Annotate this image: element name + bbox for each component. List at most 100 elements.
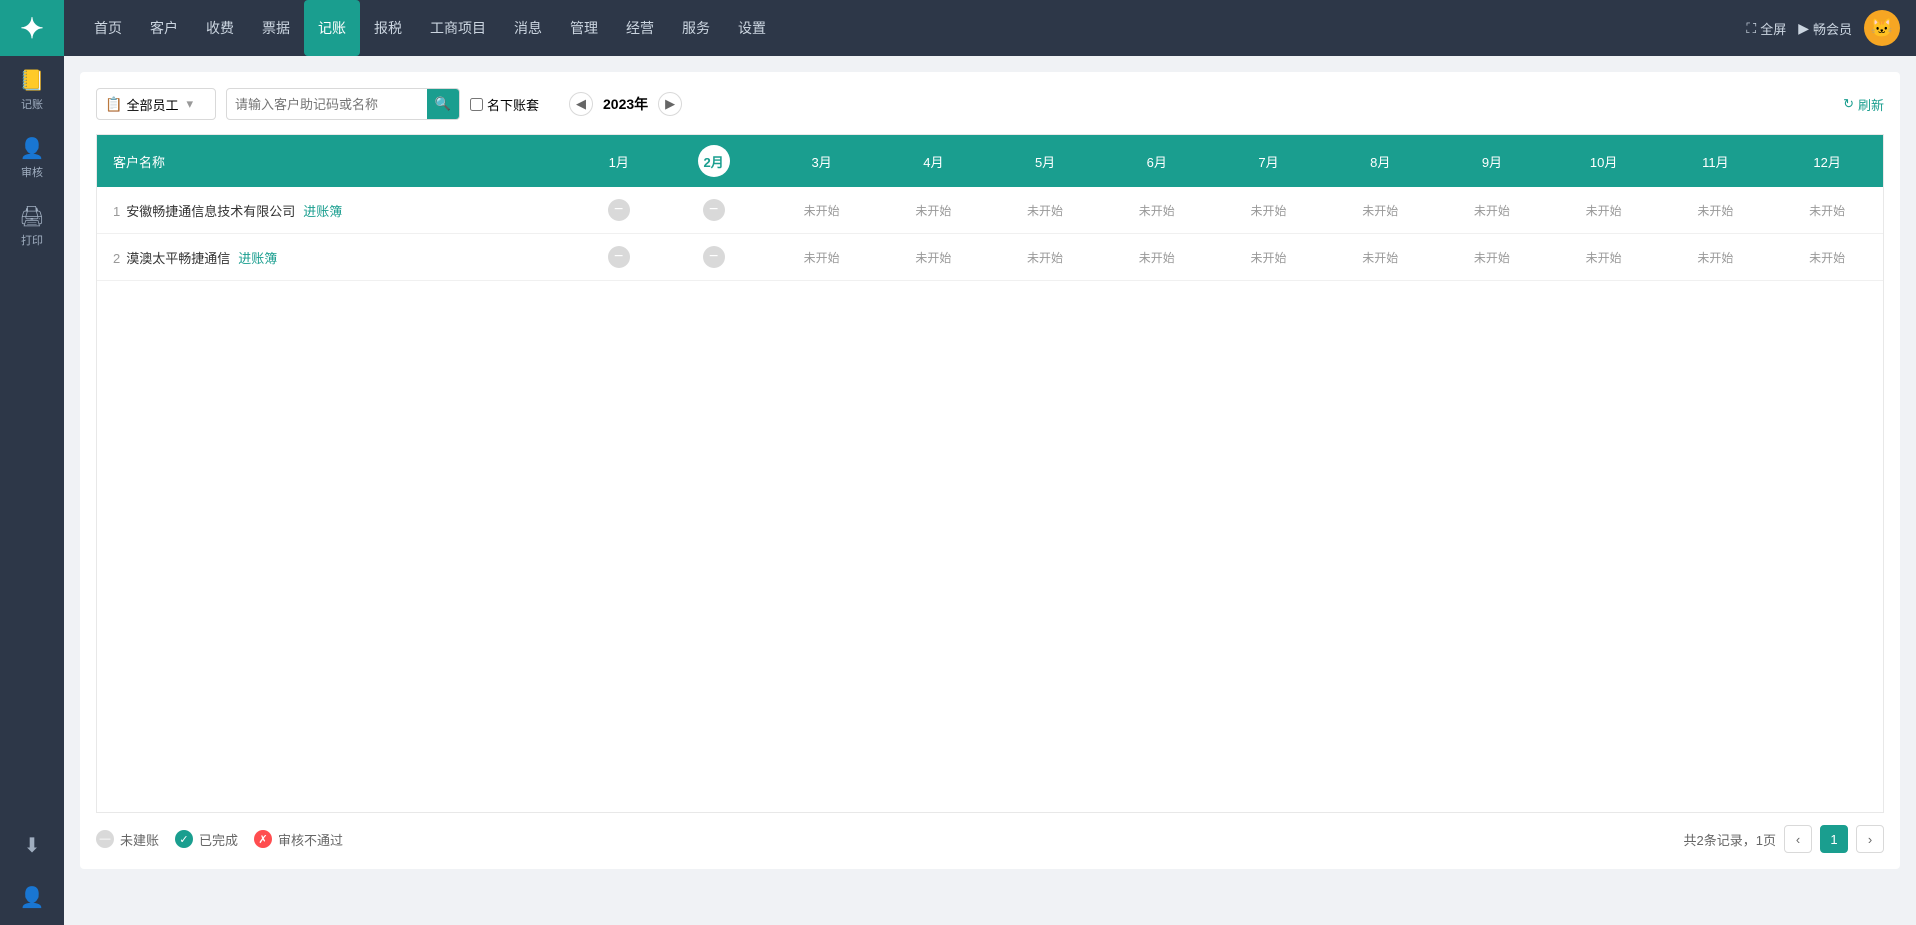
status-cell: 未开始	[1436, 187, 1548, 234]
row-index: 2	[113, 251, 120, 266]
refresh-button[interactable]: ↻ 刷新	[1843, 95, 1884, 114]
customer-name-cell: 2漠澳太平畅捷通信进账簿	[97, 234, 576, 281]
nav-item-service[interactable]: 服务	[668, 0, 724, 56]
status-not-started: 未开始	[1809, 204, 1845, 218]
topnav-right: ⛶ 全屏 ▶ 畅会员 🐱	[1746, 10, 1900, 46]
status-not-started: 未开始	[915, 251, 951, 265]
employee-select-label: 全部员工	[126, 95, 178, 114]
legend-not-built: — 未建账	[96, 830, 159, 849]
sidebar: ✦ 📒 记账 👤 审核 🖨 打印 ⬇ 👤	[0, 0, 64, 925]
employee-select[interactable]: 📋 全部员工 ▾	[96, 88, 216, 120]
ledger-icon: 📒	[20, 68, 45, 93]
sidebar-item-download[interactable]: ⬇	[0, 821, 64, 873]
status-not-started: 未开始	[1139, 204, 1175, 218]
status-not-started: 未开始	[804, 204, 840, 218]
status-not-started: 未开始	[1474, 251, 1510, 265]
main-card: 📋 全部员工 ▾ 🔍 名下账套 ◀	[80, 72, 1900, 869]
status-cell: 未开始	[1436, 234, 1548, 281]
status-not-started: 未开始	[1586, 204, 1622, 218]
legend-done: ✓ 已完成	[175, 830, 238, 849]
support-icon: 👤	[20, 885, 45, 910]
prev-year-button[interactable]: ◀	[569, 92, 593, 116]
search-button[interactable]: 🔍	[427, 88, 459, 120]
status-not-started: 未开始	[804, 251, 840, 265]
active-month-circle: 2月	[698, 145, 730, 177]
status-cell: 未开始	[1101, 187, 1213, 234]
status-not-started: 未开始	[1809, 251, 1845, 265]
sidebar-item-support[interactable]: 👤	[0, 873, 64, 925]
print-icon: 🖨	[19, 204, 44, 229]
status-cell: 未开始	[1324, 187, 1436, 234]
table-row: 2漠澳太平畅捷通信进账簿−−未开始未开始未开始未开始未开始未开始未开始未开始未开…	[97, 234, 1883, 281]
col-m6: 6月	[1101, 135, 1213, 187]
nav-item-tax[interactable]: 报税	[360, 0, 416, 56]
vip-icon: ▶	[1798, 20, 1809, 37]
status-cell: 未开始	[1101, 234, 1213, 281]
enter-ledger-link[interactable]: 进账簿	[303, 204, 342, 219]
nav-item-message[interactable]: 消息	[500, 0, 556, 56]
nav-item-home[interactable]: 首页	[80, 0, 136, 56]
year-nav: ◀ 2023年 ▶	[569, 92, 682, 116]
next-page-button[interactable]: ›	[1856, 825, 1884, 853]
subaccount-checkbox[interactable]	[470, 98, 483, 111]
nav-item-billing[interactable]: 收费	[192, 0, 248, 56]
enter-ledger-link[interactable]: 进账簿	[238, 251, 277, 266]
avatar[interactable]: 🐱	[1864, 10, 1900, 46]
status-cell: 未开始	[766, 234, 878, 281]
nav-item-manage[interactable]: 管理	[556, 0, 612, 56]
nav-item-invoice[interactable]: 票据	[248, 0, 304, 56]
status-minus-icon: −	[608, 246, 630, 268]
status-minus-icon: −	[608, 199, 630, 221]
legend-dot-red: ✗	[254, 830, 272, 848]
download-icon: ⬇	[24, 833, 41, 858]
status-not-started: 未开始	[1697, 251, 1733, 265]
col-m5: 5月	[989, 135, 1101, 187]
sidebar-item-print[interactable]: 🖨 打印	[0, 192, 64, 260]
audit-icon: 👤	[20, 136, 45, 161]
refresh-icon: ↻	[1843, 96, 1854, 112]
prev-page-button[interactable]: ‹	[1784, 825, 1812, 853]
sidebar-item-ledger[interactable]: 📒 记账	[0, 56, 64, 124]
customer-name: 安徽畅捷通信息技术有限公司	[126, 204, 295, 219]
next-year-button[interactable]: ▶	[658, 92, 682, 116]
status-not-started: 未开始	[1139, 251, 1175, 265]
status-not-started: 未开始	[1474, 204, 1510, 218]
col-m2: 2月	[662, 135, 766, 187]
status-cell: 未开始	[1213, 234, 1325, 281]
status-cell: 未开始	[877, 187, 989, 234]
fullscreen-button[interactable]: ⛶ 全屏	[1746, 19, 1786, 38]
status-cell: 未开始	[877, 234, 989, 281]
status-cell: 未开始	[1548, 187, 1660, 234]
search-input[interactable]	[227, 97, 427, 112]
col-m1: 1月	[576, 135, 662, 187]
status-not-started: 未开始	[1250, 204, 1286, 218]
status-cell: 未开始	[1771, 234, 1883, 281]
status-not-started: 未开始	[1250, 251, 1286, 265]
vip-button[interactable]: ▶ 畅会员	[1798, 19, 1852, 38]
nav-item-customer[interactable]: 客户	[136, 0, 192, 56]
nav-item-operation[interactable]: 经营	[612, 0, 668, 56]
col-m7: 7月	[1213, 135, 1325, 187]
status-cell: 未开始	[989, 187, 1101, 234]
legend-dot-teal: ✓	[175, 830, 193, 848]
footer: — 未建账 ✓ 已完成 ✗ 审核不通过 共2条记录，1	[96, 813, 1884, 853]
col-m4: 4月	[877, 135, 989, 187]
nav-item-ledger[interactable]: 记账	[304, 0, 360, 56]
status-not-started: 未开始	[1697, 204, 1733, 218]
status-not-started: 未开始	[1027, 251, 1063, 265]
nav-item-business[interactable]: 工商项目	[416, 0, 500, 56]
table-header-row: 客户名称 1月 2月 3月 4月	[97, 135, 1883, 187]
search-icon: 🔍	[435, 96, 451, 112]
status-cell: −	[662, 187, 766, 234]
nav-item-settings[interactable]: 设置	[724, 0, 780, 56]
employee-select-icon: 📋	[105, 96, 122, 113]
current-page-number: 1	[1830, 832, 1837, 847]
left-arrow-icon: ◀	[576, 96, 586, 112]
row-index: 1	[113, 204, 120, 219]
current-page-button[interactable]: 1	[1820, 825, 1848, 853]
status-cell: 未开始	[1660, 234, 1772, 281]
status-cell: 未开始	[1548, 234, 1660, 281]
sidebar-item-audit[interactable]: 👤 审核	[0, 124, 64, 192]
pagination: 共2条记录，1页 ‹ 1 ›	[1684, 825, 1884, 853]
status-not-started: 未开始	[1586, 251, 1622, 265]
